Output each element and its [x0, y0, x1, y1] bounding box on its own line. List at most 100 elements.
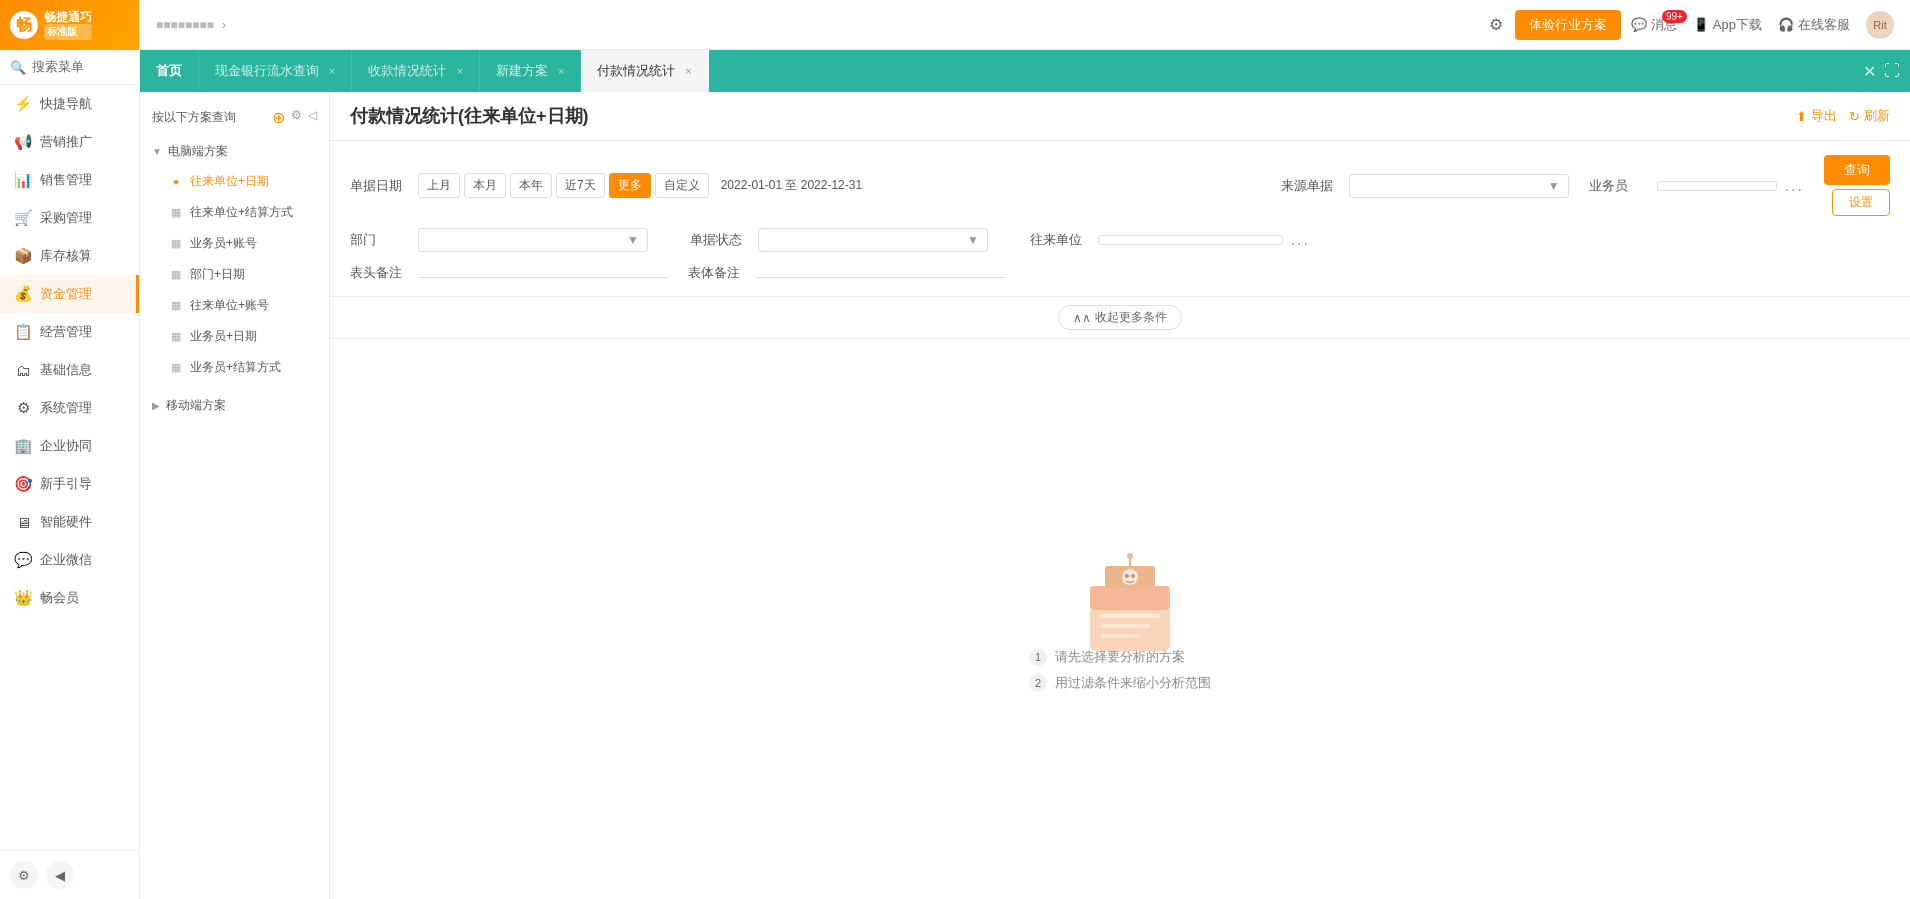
dept-arrow-icon: ▼: [627, 233, 639, 247]
logo-icon: 畅: [10, 11, 38, 39]
header-note-input[interactable]: [418, 269, 668, 278]
item-label-staff-date: 业务员+日期: [190, 328, 257, 345]
sidebar-item-capital[interactable]: 💰资金管理: [0, 275, 139, 313]
tab-maximize-icon[interactable]: ⛶: [1884, 62, 1900, 80]
refresh-icon: ↻: [1849, 109, 1860, 124]
sidebar-item-quick-nav[interactable]: ⚡快捷导航: [0, 85, 139, 123]
nav-icon-marketing: 📢: [14, 133, 32, 151]
panel-add-btn[interactable]: ⊕: [272, 108, 285, 127]
staff-input[interactable]: [1657, 181, 1777, 191]
tab-bank-flow[interactable]: 现金银行流水查询×: [199, 50, 352, 92]
nav-icon-basic: 🗂: [14, 361, 32, 379]
sidebar-item-marketing[interactable]: 📢营销推广: [0, 123, 139, 161]
sidebar-item-inventory[interactable]: 📦库存核算: [0, 237, 139, 275]
refresh-btn[interactable]: ↻ 刷新: [1849, 107, 1890, 125]
filter-section-wrapper: 单据日期 上月 本月 本年 近7天 更多 自定义 2022-01-01 至 20…: [330, 141, 1910, 339]
sidebar-item-member[interactable]: 👑畅会员: [0, 579, 139, 617]
filter-row-1: 单据日期 上月 本月 本年 近7天 更多 自定义 2022-01-01 至 20…: [350, 155, 1890, 216]
item-icon-partner-date: ●: [168, 174, 184, 190]
trial-btn[interactable]: 体验行业方案: [1515, 10, 1621, 40]
service-icon: 🎧: [1778, 17, 1794, 32]
dept-label: 部门: [350, 231, 410, 249]
collapse-more-btn[interactable]: ∧∧ 收起更多条件: [1058, 305, 1182, 330]
tabbar: 首页现金银行流水查询×收款情况统计×新建方案×付款情况统计× ✕ ⛶: [140, 50, 1910, 92]
message-btn[interactable]: 💬 消息 99+: [1631, 16, 1677, 34]
date-btn-custom[interactable]: 自定义: [655, 173, 709, 198]
body-note-input[interactable]: [756, 269, 1006, 278]
export-btn[interactable]: ⬆ 导出: [1796, 107, 1837, 125]
mobile-arrow-icon: ▶: [152, 400, 160, 411]
footer-collapse-btn[interactable]: ◀: [46, 861, 74, 889]
doc-status-select[interactable]: ▼: [758, 228, 988, 252]
sidebar-item-smart[interactable]: 🖥智能硬件: [0, 503, 139, 541]
tab-close-receipt-stats[interactable]: ×: [456, 65, 462, 77]
tab-home[interactable]: 首页: [140, 50, 199, 92]
nav-label-basic: 基础信息: [40, 361, 92, 379]
panel-settings-btn[interactable]: ⚙: [291, 108, 302, 127]
settings-btn[interactable]: 设置: [1832, 189, 1890, 216]
panel-item-partner-date[interactable]: ●往来单位+日期: [140, 166, 329, 197]
topbar-arrow: ›: [222, 18, 226, 32]
tab-payment-stats[interactable]: 付款情况统计×: [581, 50, 708, 92]
tab-close-all-icon[interactable]: ✕: [1863, 62, 1876, 81]
nav-icon-corp: 🏢: [14, 437, 32, 455]
panel-item-partner-account[interactable]: ▦往来单位+账号: [140, 290, 329, 321]
tab-receipt-stats[interactable]: 收款情况统计×: [352, 50, 479, 92]
partner-dots[interactable]: ...: [1291, 231, 1310, 249]
item-label-staff-settle: 业务员+结算方式: [190, 359, 281, 376]
app-icon: 📱: [1693, 17, 1709, 32]
footer-settings-btn[interactable]: ⚙: [10, 861, 38, 889]
sidebar: 畅 畅捷通巧 标准版 🔍 搜索菜单 ⚡快捷导航📢营销推广📊销售管理🛒采购管理📦库…: [0, 0, 140, 899]
tab-close-payment-stats[interactable]: ×: [685, 65, 691, 77]
nav-label-capital: 资金管理: [40, 285, 92, 303]
panel-collapse-btn[interactable]: ◁: [308, 108, 317, 127]
query-btn[interactable]: 查询: [1824, 155, 1890, 185]
date-btn-this-month[interactable]: 本月: [464, 173, 506, 198]
panel-header-text: 按以下方案查询: [152, 109, 236, 126]
tab-close-bank-flow[interactable]: ×: [329, 65, 335, 77]
date-buttons: 上月 本月 本年 近7天 更多 自定义: [418, 173, 709, 198]
item-icon-staff-date: ▦: [168, 329, 184, 345]
panel-item-partner-settle[interactable]: ▦往来单位+结算方式: [140, 197, 329, 228]
sidebar-item-corp[interactable]: 🏢企业协同: [0, 427, 139, 465]
online-service-btn[interactable]: 🎧 在线客服: [1778, 16, 1850, 34]
date-btn-more[interactable]: 更多: [609, 173, 651, 198]
panel-item-dept-date[interactable]: ▦部门+日期: [140, 259, 329, 290]
sidebar-item-guide[interactable]: 🎯新手引导: [0, 465, 139, 503]
desktop-section-label: 电脑端方案: [168, 143, 228, 160]
source-doc-select[interactable]: ▼: [1349, 174, 1569, 198]
tab-label-new-plan: 新建方案: [496, 62, 548, 80]
user-avatar[interactable]: Rit: [1866, 11, 1894, 39]
tab-label-home: 首页: [156, 62, 182, 80]
sidebar-item-basic[interactable]: 🗂 基础信息: [0, 351, 139, 389]
panel-header-actions: ⊕ ⚙ ◁: [272, 108, 317, 127]
partner-input[interactable]: [1098, 235, 1283, 245]
desktop-section-title[interactable]: ▼ 电脑端方案: [140, 137, 329, 166]
sidebar-item-operation[interactable]: 📋经营管理: [0, 313, 139, 351]
tab-new-plan[interactable]: 新建方案 ×: [480, 50, 581, 92]
date-btn-this-year[interactable]: 本年: [510, 173, 552, 198]
header-note-group: 表头备注: [350, 264, 668, 282]
panel-item-staff-settle[interactable]: ▦业务员+结算方式: [140, 352, 329, 383]
panel-item-staff-date[interactable]: ▦ 业务员+日期: [140, 321, 329, 352]
sidebar-item-sales[interactable]: 📊销售管理: [0, 161, 139, 199]
section-arrow-icon: ▼: [152, 146, 162, 157]
date-btn-last-7[interactable]: 近7天: [556, 173, 605, 198]
staff-dots[interactable]: ...: [1785, 177, 1804, 195]
topbar-left: ■■■■■■■■ ›: [156, 18, 1479, 32]
sidebar-item-wechat[interactable]: 💬企业微信: [0, 541, 139, 579]
doc-status-group: 单据状态 ▼: [690, 228, 1010, 252]
panel-item-staff-account[interactable]: ▦业务员+账号: [140, 228, 329, 259]
mobile-section-title[interactable]: ▶ 移动端方案: [140, 391, 329, 420]
app-download-btn[interactable]: 📱 App下载: [1693, 16, 1762, 34]
sidebar-item-purchase[interactable]: 🛒采购管理: [0, 199, 139, 237]
item-icon-partner-settle: ▦: [168, 205, 184, 221]
empty-hint-2: 2 用过滤条件来缩小分析范围: [1029, 674, 1211, 692]
nav-icon-member: 👑: [14, 589, 32, 607]
dept-select[interactable]: ▼: [418, 228, 648, 252]
sidebar-item-system[interactable]: ⚙系统管理: [0, 389, 139, 427]
topbar-gear-icon[interactable]: ⚙: [1489, 15, 1503, 34]
search-menu-btn[interactable]: 🔍 搜索菜单: [0, 50, 139, 85]
date-btn-last-month[interactable]: 上月: [418, 173, 460, 198]
tab-close-new-plan[interactable]: ×: [558, 65, 564, 77]
